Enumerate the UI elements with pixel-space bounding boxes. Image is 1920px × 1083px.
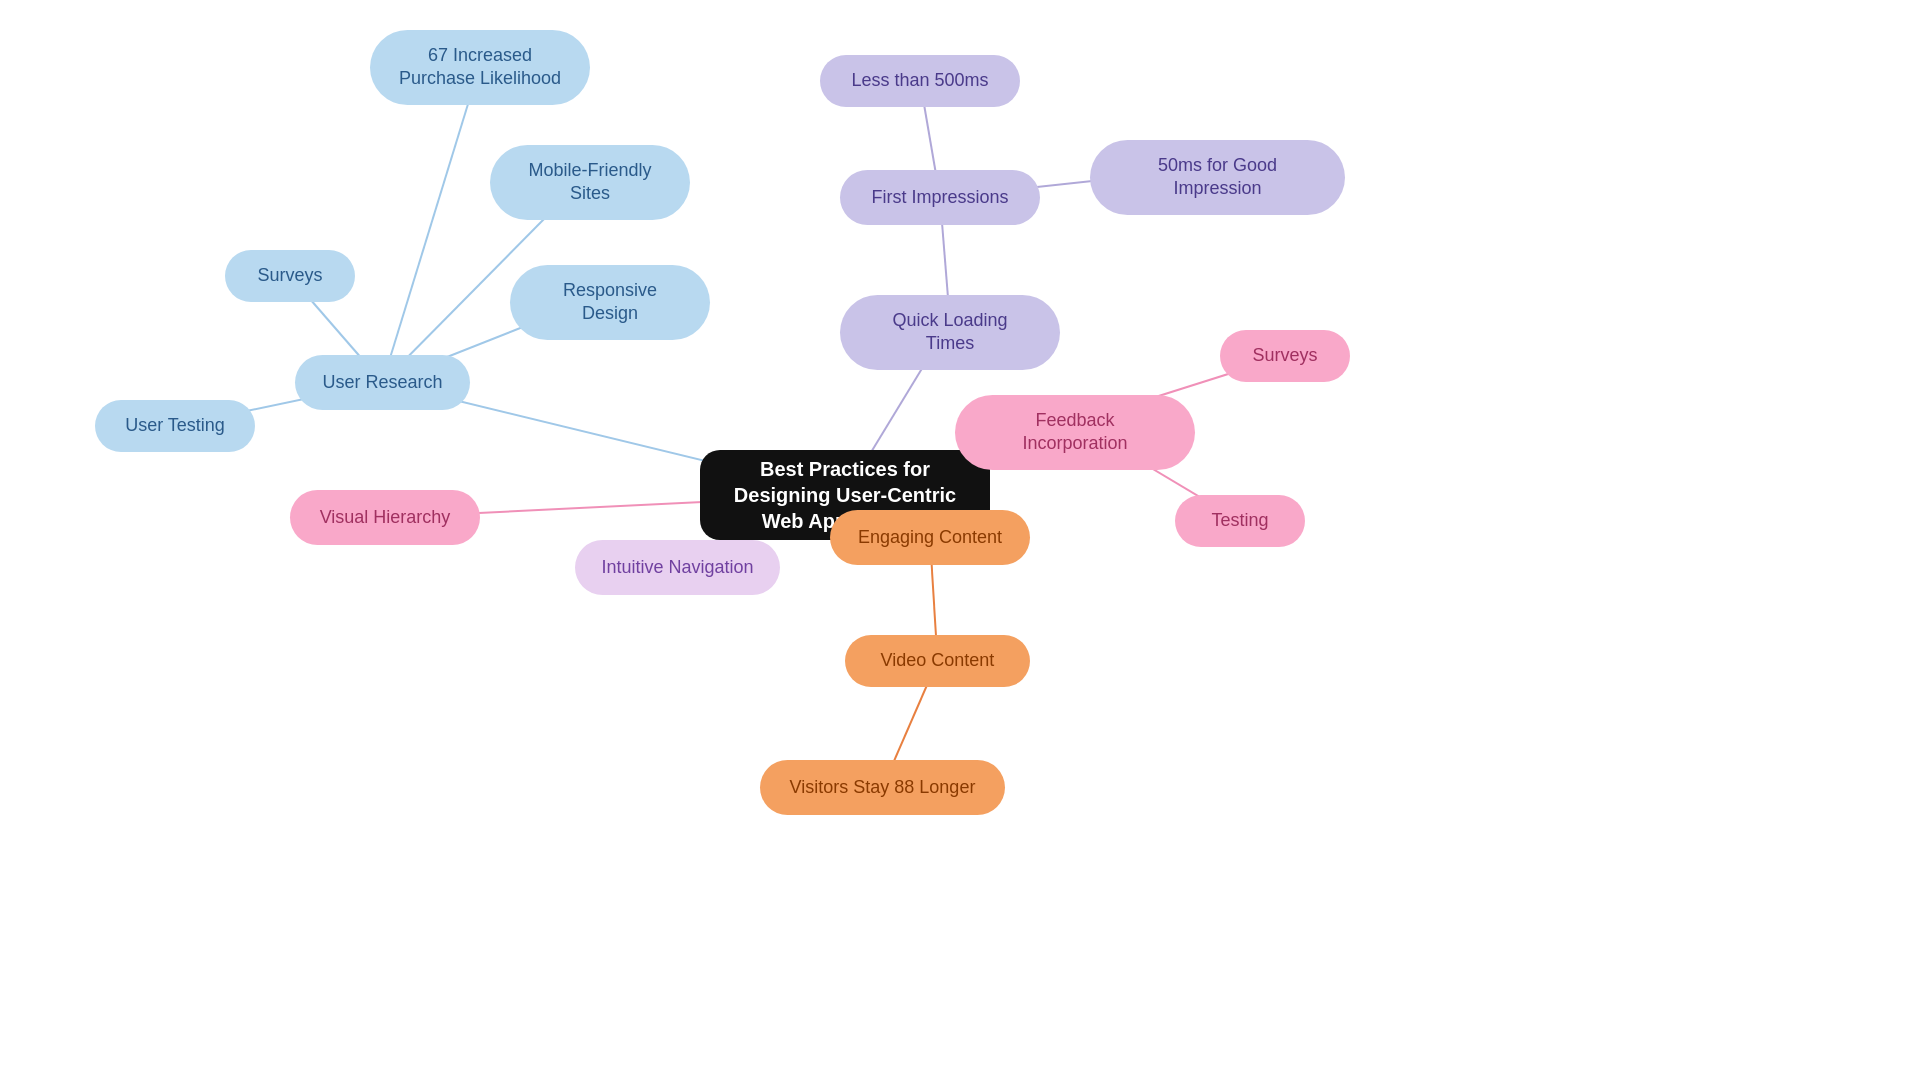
- svg-line-1: [383, 65, 481, 383]
- node-first_impressions: First Impressions: [840, 170, 1040, 225]
- node-intuitive_nav: Intuitive Navigation: [575, 540, 780, 595]
- node-surveys_blue: Surveys: [225, 250, 355, 302]
- node-visual_hierarchy: Visual Hierarchy: [290, 490, 480, 545]
- node-increased_purchase: 67 Increased Purchase Likelihood: [370, 30, 590, 105]
- node-visitors_stay: Visitors Stay 88 Longer: [760, 760, 1005, 815]
- node-less_than_500ms: Less than 500ms: [820, 55, 1020, 107]
- node-video_content: Video Content: [845, 635, 1030, 687]
- node-mobile_friendly: Mobile-Friendly Sites: [490, 145, 690, 220]
- node-user_testing: User Testing: [95, 400, 255, 452]
- node-50ms_good: 50ms for Good Impression: [1090, 140, 1345, 215]
- node-quick_loading: Quick Loading Times: [840, 295, 1060, 370]
- node-user_research: User Research: [295, 355, 470, 410]
- node-testing: Testing: [1175, 495, 1305, 547]
- node-engaging_content: Engaging Content: [830, 510, 1030, 565]
- node-feedback_inc: Feedback Incorporation: [955, 395, 1195, 470]
- node-responsive_design: Responsive Design: [510, 265, 710, 340]
- mind-map-container: Best Practices for Designing User-Centri…: [0, 0, 1920, 1083]
- node-surveys_pink: Surveys: [1220, 330, 1350, 382]
